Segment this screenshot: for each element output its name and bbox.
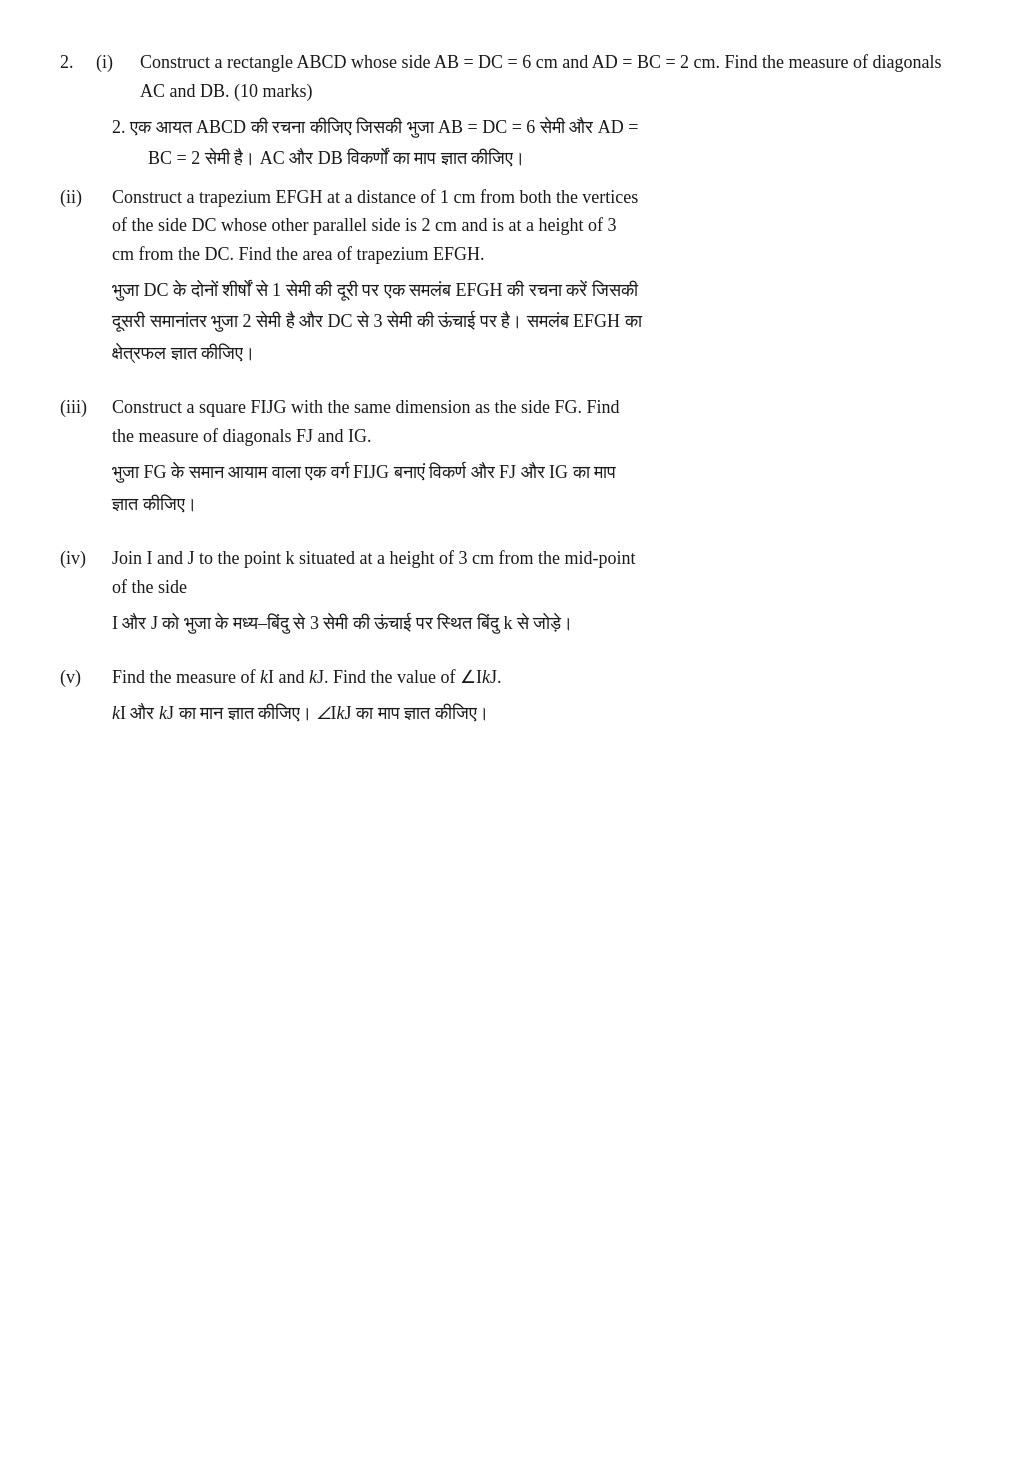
part-v-hindi-text: kI और kJ का मान ज्ञात कीजिए। ∠IkJ का माप… (112, 703, 489, 723)
part-iii-label: (iii) (60, 393, 112, 422)
part-v-hindi: kI और kJ का मान ज्ञात कीजिए। ∠IkJ का माप… (112, 698, 964, 730)
part-i-hindi-text-2: BC = 2 सेमी है। AC और DB विकर्णों का माप… (148, 148, 525, 168)
question-number: 2. (60, 48, 96, 77)
part-v-english: (v) Find the measure of kI and kJ. Find … (60, 663, 964, 692)
page: 2. (i) Construct a rectangle ABCD whose … (0, 0, 1024, 1479)
part-iv-label: (iv) (60, 544, 112, 573)
part-iii-hindi: भुजा FG के समान आयाम वाला एक वर्ग FIJG ब… (112, 457, 964, 520)
part-iv-english-text: Join I and J to the point k situated at … (112, 544, 964, 602)
part-v: (v) Find the measure of kI and kJ. Find … (60, 663, 964, 729)
part-ii-english-text: Construct a trapezium EFGH at a distance… (112, 183, 964, 269)
part-i-label: (i) (96, 48, 140, 77)
part-ii-hindi-text-2: दूसरी समानांतर भुजा 2 सेमी है और DC से 3… (112, 311, 642, 331)
part-ii-label: (ii) (60, 183, 112, 212)
part-iv-english: (iv) Join I and J to the point k situate… (60, 544, 964, 602)
part-ii-english: (ii) Construct a trapezium EFGH at a dis… (60, 183, 964, 269)
question-2: 2. (i) Construct a rectangle ABCD whose … (60, 48, 964, 729)
part-i-hindi-text: 2. एक आयत ABCD की रचना कीजिए जिसकी भुजा … (112, 117, 638, 137)
part-iii-hindi-text-2: ज्ञात कीजिए। (112, 494, 197, 514)
part-iv-hindi: I और J को भुजा के मध्य–बिंदु से 3 सेमी क… (112, 608, 964, 640)
part-ii-hindi: भुजा DC के दोनों शीर्षों से 1 सेमी की दू… (112, 275, 964, 370)
part-i-english-text: Construct a rectangle ABCD whose side AB… (140, 48, 964, 106)
part-ii: (ii) Construct a trapezium EFGH at a dis… (60, 183, 964, 370)
part-iii: (iii) Construct a square FIJG with the s… (60, 393, 964, 520)
part-iii-hindi-text: भुजा FG के समान आयाम वाला एक वर्ग FIJG ब… (112, 462, 616, 482)
part-i-english: 2. (i) Construct a rectangle ABCD whose … (60, 48, 964, 106)
part-iv-hindi-text: I और J को भुजा के मध्य–बिंदु से 3 सेमी क… (112, 613, 574, 633)
part-iii-english-text: Construct a square FIJG with the same di… (112, 393, 964, 451)
part-v-label: (v) (60, 663, 112, 692)
part-ii-hindi-text: भुजा DC के दोनों शीर्षों से 1 सेमी की दू… (112, 280, 638, 300)
part-i-hindi: 2. एक आयत ABCD की रचना कीजिए जिसकी भुजा … (112, 112, 964, 175)
part-iv: (iv) Join I and J to the point k situate… (60, 544, 964, 639)
part-v-english-text: Find the measure of kI and kJ. Find the … (112, 663, 964, 692)
part-iii-english: (iii) Construct a square FIJG with the s… (60, 393, 964, 451)
part-ii-hindi-text-3: क्षेत्रफल ज्ञात कीजिए। (112, 343, 255, 363)
